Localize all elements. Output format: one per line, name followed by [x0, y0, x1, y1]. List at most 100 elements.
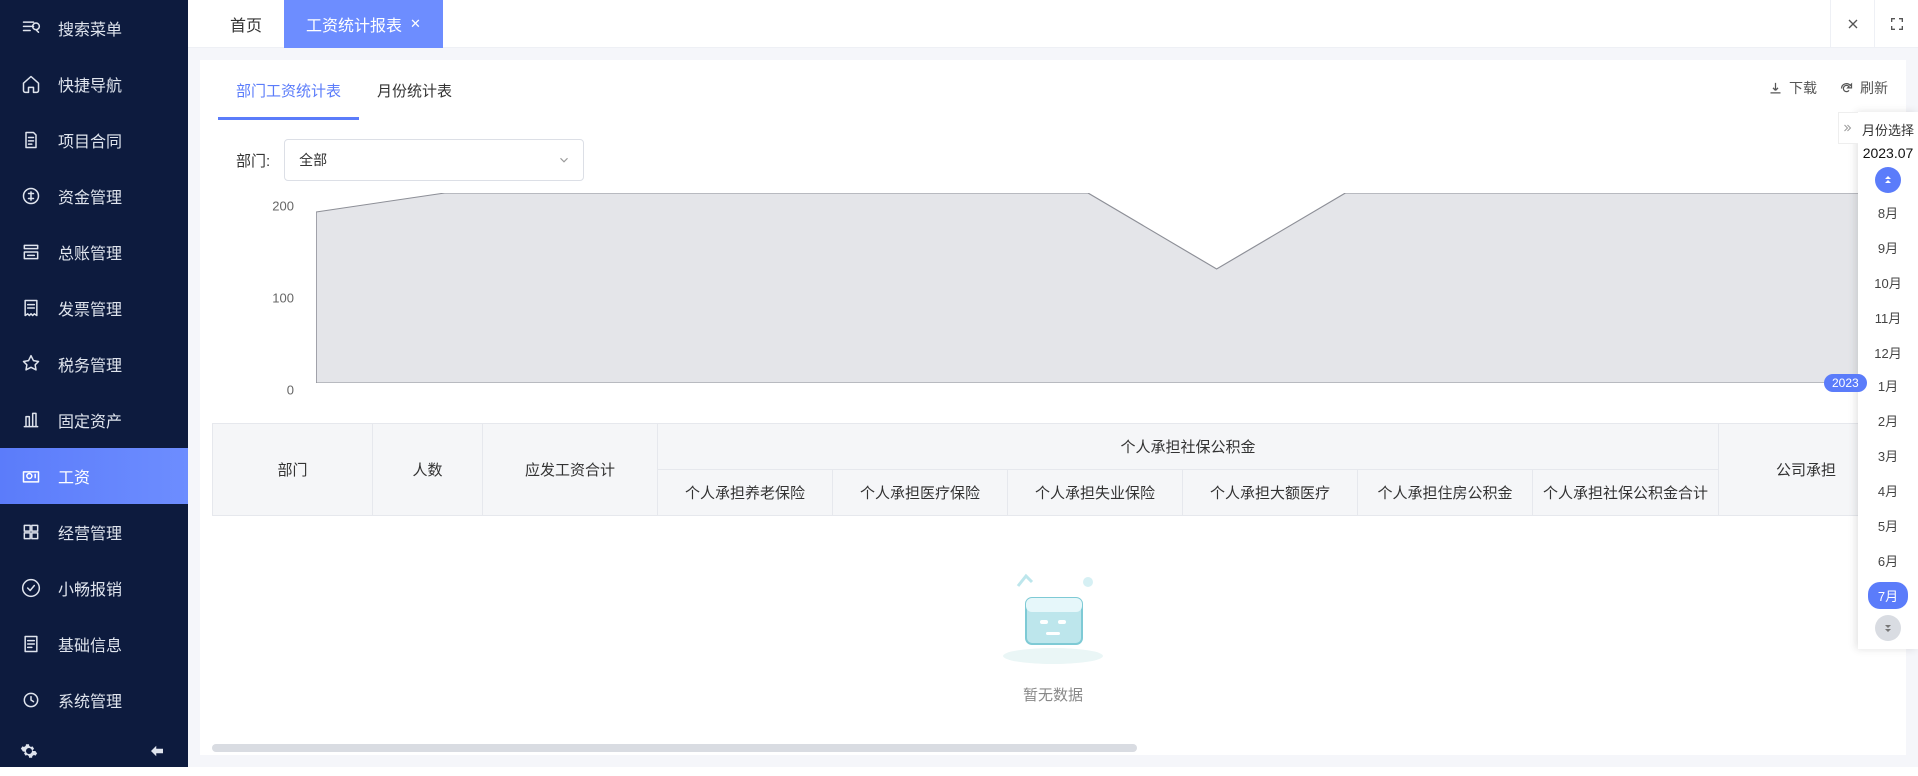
sidebar-item-label: 发票管理	[58, 296, 122, 320]
th-count: 人数	[372, 424, 482, 516]
sidebar-item-label: 项目合同	[58, 128, 122, 152]
y-tick: 100	[272, 291, 294, 306]
sidebar: 搜索菜单快捷导航项目合同资金管理总账管理发票管理税务管理固定资产工资经营管理小畅…	[0, 0, 188, 767]
month-item[interactable]: 2月	[1868, 407, 1908, 434]
th-gross: 应发工资合计	[482, 424, 657, 516]
empty-state: 暂无数据	[200, 516, 1906, 745]
download-icon	[1768, 81, 1783, 96]
contract-icon	[20, 129, 42, 151]
manage-icon	[20, 521, 42, 543]
month-picker: 月份选择 2023.07 8月 9月 10月 11月 12月 1月2023 2月 3月 4月 5…	[1858, 112, 1918, 649]
ledger-icon	[20, 241, 42, 263]
month-item[interactable]: 3月	[1868, 442, 1908, 469]
sidebar-item-reimburse[interactable]: 小畅报销	[0, 560, 188, 616]
inner-tab-dept[interactable]: 部门工资统计表	[218, 64, 359, 120]
inner-tabs: 部门工资统计表 月份统计表 下载 刷新	[200, 64, 1906, 121]
collapse-icon[interactable]	[148, 742, 168, 762]
inner-actions: 下载 刷新	[1768, 78, 1888, 98]
refresh-icon	[1839, 81, 1854, 96]
month-item[interactable]: 10月	[1866, 269, 1909, 296]
month-item[interactable]: 6月	[1868, 547, 1908, 574]
sidebar-item-ledger[interactable]: 总账管理	[0, 224, 188, 280]
sidebar-item-contract[interactable]: 项目合同	[0, 112, 188, 168]
month-collapse-icon[interactable]	[1838, 112, 1858, 144]
chart-plot	[316, 193, 1860, 383]
sidebar-item-system[interactable]: 系统管理	[0, 672, 188, 728]
fullscreen-icon[interactable]	[1874, 0, 1918, 48]
sidebar-item-label: 经营管理	[58, 520, 122, 544]
sidebar-item-label: 税务管理	[58, 352, 122, 376]
inner-tab-label: 月份统计表	[377, 83, 452, 100]
sidebar-item-manage[interactable]: 经营管理	[0, 504, 188, 560]
table: 部门 人数 应发工资合计 个人承担社保公积金 公司承担 个人承担养老保险个人承担…	[212, 423, 1894, 516]
y-tick: 200	[272, 198, 294, 213]
month-up-icon[interactable]	[1875, 167, 1901, 193]
month-down-icon[interactable]	[1875, 615, 1901, 641]
month-item[interactable]: 11月	[1867, 304, 1910, 331]
month-item[interactable]: 5月	[1868, 512, 1908, 539]
tab-home[interactable]: 首页	[208, 0, 284, 48]
year-badge: 2023	[1824, 374, 1867, 392]
sidebar-item-label: 搜索菜单	[58, 16, 122, 40]
tabs-bar: 首页 工资统计报表 ✕	[188, 0, 1918, 48]
invoice-icon	[20, 297, 42, 319]
sidebar-item-money[interactable]: 资金管理	[0, 168, 188, 224]
sidebar-item-label: 资金管理	[58, 184, 122, 208]
content-card: 部门工资统计表 月份统计表 下载 刷新 部门: 全部	[200, 60, 1906, 755]
tax-icon	[20, 353, 42, 375]
tab-label: 首页	[230, 12, 262, 36]
month-item[interactable]: 4月	[1868, 477, 1908, 504]
th-sub: 个人承担失业保险	[1007, 470, 1182, 516]
y-tick: 0	[287, 383, 294, 398]
search-list-icon	[20, 17, 42, 39]
empty-illustration-icon	[988, 556, 1118, 666]
th-sub: 个人承担养老保险	[657, 470, 832, 516]
close-all-icon[interactable]	[1830, 0, 1874, 48]
month-current: 2023.07	[1863, 145, 1914, 161]
sidebar-item-invoice[interactable]: 发票管理	[0, 280, 188, 336]
sidebar-item-salary[interactable]: 工资	[0, 448, 188, 504]
sidebar-item-info[interactable]: 基础信息	[0, 616, 188, 672]
money-icon	[20, 185, 42, 207]
month-title: 月份选择	[1862, 120, 1914, 139]
month-item[interactable]: 9月	[1868, 234, 1908, 261]
sidebar-item-label: 固定资产	[58, 408, 122, 432]
home-icon	[20, 73, 42, 95]
sidebar-item-search-list[interactable]: 搜索菜单	[0, 0, 188, 56]
settings-icon[interactable]	[20, 742, 40, 762]
th-sub: 个人承担住房公积金	[1357, 470, 1532, 516]
close-icon[interactable]: ✕	[410, 16, 421, 32]
th-group: 个人承担社保公积金	[657, 424, 1718, 470]
sidebar-item-asset[interactable]: 固定资产	[0, 392, 188, 448]
month-item[interactable]: 12月	[1866, 339, 1909, 366]
sidebar-item-label: 快捷导航	[58, 72, 122, 96]
action-label: 刷新	[1860, 78, 1888, 98]
download-button[interactable]: 下载	[1768, 78, 1817, 98]
th-sub: 个人承担医疗保险	[832, 470, 1007, 516]
chart-y-axis: 200 100 0	[236, 193, 306, 403]
th-dept: 部门	[212, 424, 372, 516]
sidebar-item-label: 基础信息	[58, 632, 122, 656]
sidebar-item-home[interactable]: 快捷导航	[0, 56, 188, 112]
asset-icon	[20, 409, 42, 431]
inner-tab-month[interactable]: 月份统计表	[359, 64, 470, 120]
month-item[interactable]: 7月	[1868, 582, 1908, 609]
select-value: 全部	[299, 150, 327, 170]
filter-row: 部门: 全部	[200, 121, 1906, 187]
filter-label: 部门:	[236, 150, 270, 171]
month-item[interactable]: 8月	[1868, 199, 1908, 226]
chevron-down-icon	[557, 153, 571, 167]
month-item[interactable]: 1月2023	[1868, 372, 1908, 399]
reimburse-icon	[20, 577, 42, 599]
tab-current[interactable]: 工资统计报表 ✕	[284, 0, 443, 48]
refresh-button[interactable]: 刷新	[1839, 78, 1888, 98]
tabs-actions	[1830, 0, 1918, 48]
sidebar-item-tax[interactable]: 税务管理	[0, 336, 188, 392]
dept-select[interactable]: 全部	[284, 139, 584, 181]
horizontal-scrollbar[interactable]	[200, 745, 1906, 755]
sidebar-footer	[0, 728, 188, 776]
inner-tab-label: 部门工资统计表	[236, 83, 341, 100]
action-label: 下载	[1789, 78, 1817, 98]
system-icon	[20, 689, 42, 711]
sidebar-item-label: 总账管理	[58, 240, 122, 264]
